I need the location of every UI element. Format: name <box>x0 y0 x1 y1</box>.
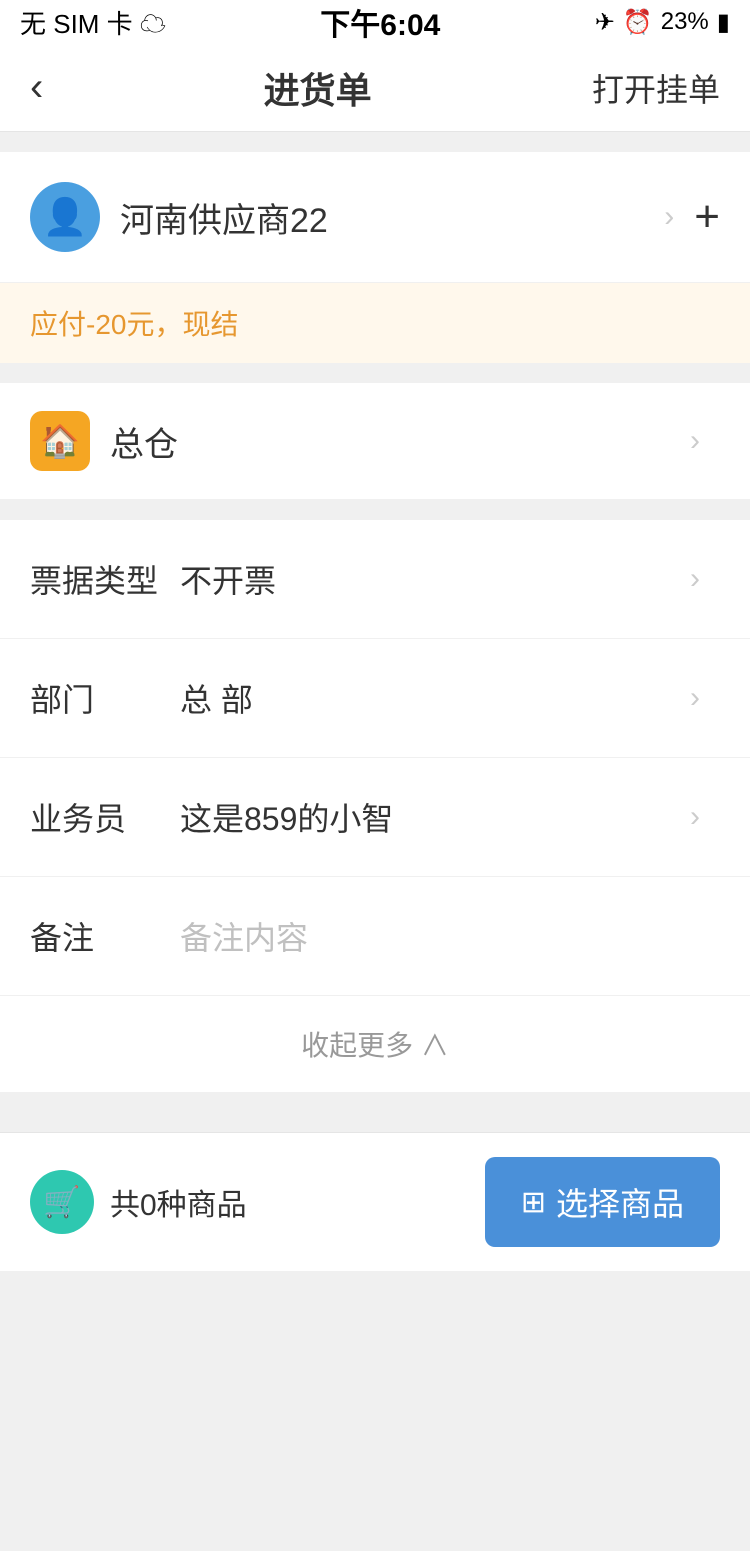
collapse-row[interactable]: 收起更多 ∧ <box>0 995 750 1092</box>
bottom-bar: 🛒 共0种商品 ⊞ 选择商品 <box>0 1132 750 1271</box>
remark-input[interactable]: 备注内容 <box>170 913 720 959</box>
sales-row[interactable]: 业务员 这是859的小智 › <box>0 757 750 876</box>
warehouse-label: 总仓 <box>110 417 690 466</box>
invoice-label: 票据类型 <box>30 556 170 602</box>
sales-label: 业务员 <box>30 794 170 840</box>
select-product-button[interactable]: ⊞ 选择商品 <box>485 1157 720 1247</box>
warehouse-icon: 🏠 <box>30 411 90 471</box>
section-gap-1 <box>0 132 750 152</box>
dept-row[interactable]: 部门 总 部 › <box>0 638 750 757</box>
status-left: 无 SIM 卡 ☁ <box>20 4 166 41</box>
supplier-section: 👤 河南供应商22 › + 应付-20元，现结 <box>0 152 750 363</box>
house-icon: 🏠 <box>40 422 80 460</box>
supplier-chevron-icon: › <box>664 200 674 234</box>
warehouse-chevron-icon: › <box>690 424 700 458</box>
remark-label: 备注 <box>30 913 170 959</box>
form-section: 票据类型 不开票 › 部门 总 部 › 业务员 这是859的小智 › 备注 备注… <box>0 519 750 1092</box>
dept-value: 总 部 <box>170 675 690 721</box>
invoice-chevron-icon: › <box>690 562 700 596</box>
remark-row[interactable]: 备注 备注内容 <box>0 876 750 995</box>
invoice-value: 不开票 <box>170 556 690 602</box>
sales-chevron-icon: › <box>690 800 700 834</box>
notice-row: 应付-20元，现结 <box>0 283 750 363</box>
sim-label: 无 SIM 卡 ☁ <box>20 4 166 41</box>
invoice-row[interactable]: 票据类型 不开票 › <box>0 519 750 638</box>
product-icon: 🛒 <box>30 1170 94 1234</box>
bag-icon: 🛒 <box>43 1185 80 1220</box>
open-pending-button[interactable]: 打开挂单 <box>592 65 720 111</box>
product-count: 共0种商品 <box>110 1180 247 1224</box>
add-button[interactable]: + <box>694 195 720 239</box>
supplier-row[interactable]: 👤 河南供应商22 › + <box>0 152 750 283</box>
warehouse-row[interactable]: 🏠 总仓 › <box>0 383 750 499</box>
warehouse-section: 🏠 总仓 › <box>0 383 750 499</box>
battery-icon: ▮ <box>717 8 730 37</box>
page-content-fill <box>0 1271 750 1551</box>
location-icon: ✈ <box>595 8 615 37</box>
status-bar: 无 SIM 卡 ☁ 下午6:04 ✈ ⏰ 23% ▮ <box>0 0 750 44</box>
select-icon: ⊞ <box>521 1185 546 1220</box>
section-gap-3 <box>0 499 750 519</box>
section-gap-4 <box>0 1092 750 1112</box>
dept-chevron-icon: › <box>690 681 700 715</box>
page-title: 进货单 <box>264 62 372 114</box>
nav-bar: ‹ 进货单 打开挂单 <box>0 44 750 132</box>
avatar-icon: 👤 <box>43 196 88 238</box>
supplier-name: 河南供应商22 <box>120 193 664 242</box>
back-button[interactable]: ‹ <box>30 65 43 110</box>
select-btn-label: 选择商品 <box>556 1179 684 1225</box>
alarm-icon: ⏰ <box>623 8 653 37</box>
product-count-area: 🛒 共0种商品 <box>30 1170 247 1234</box>
sales-value: 这是859的小智 <box>170 794 690 840</box>
supplier-avatar: 👤 <box>30 182 100 252</box>
status-right: ✈ ⏰ 23% ▮ <box>595 8 730 37</box>
status-time: 下午6:04 <box>320 0 440 44</box>
battery-label: 23% <box>661 8 709 36</box>
dept-label: 部门 <box>30 675 170 721</box>
section-gap-2 <box>0 363 750 383</box>
